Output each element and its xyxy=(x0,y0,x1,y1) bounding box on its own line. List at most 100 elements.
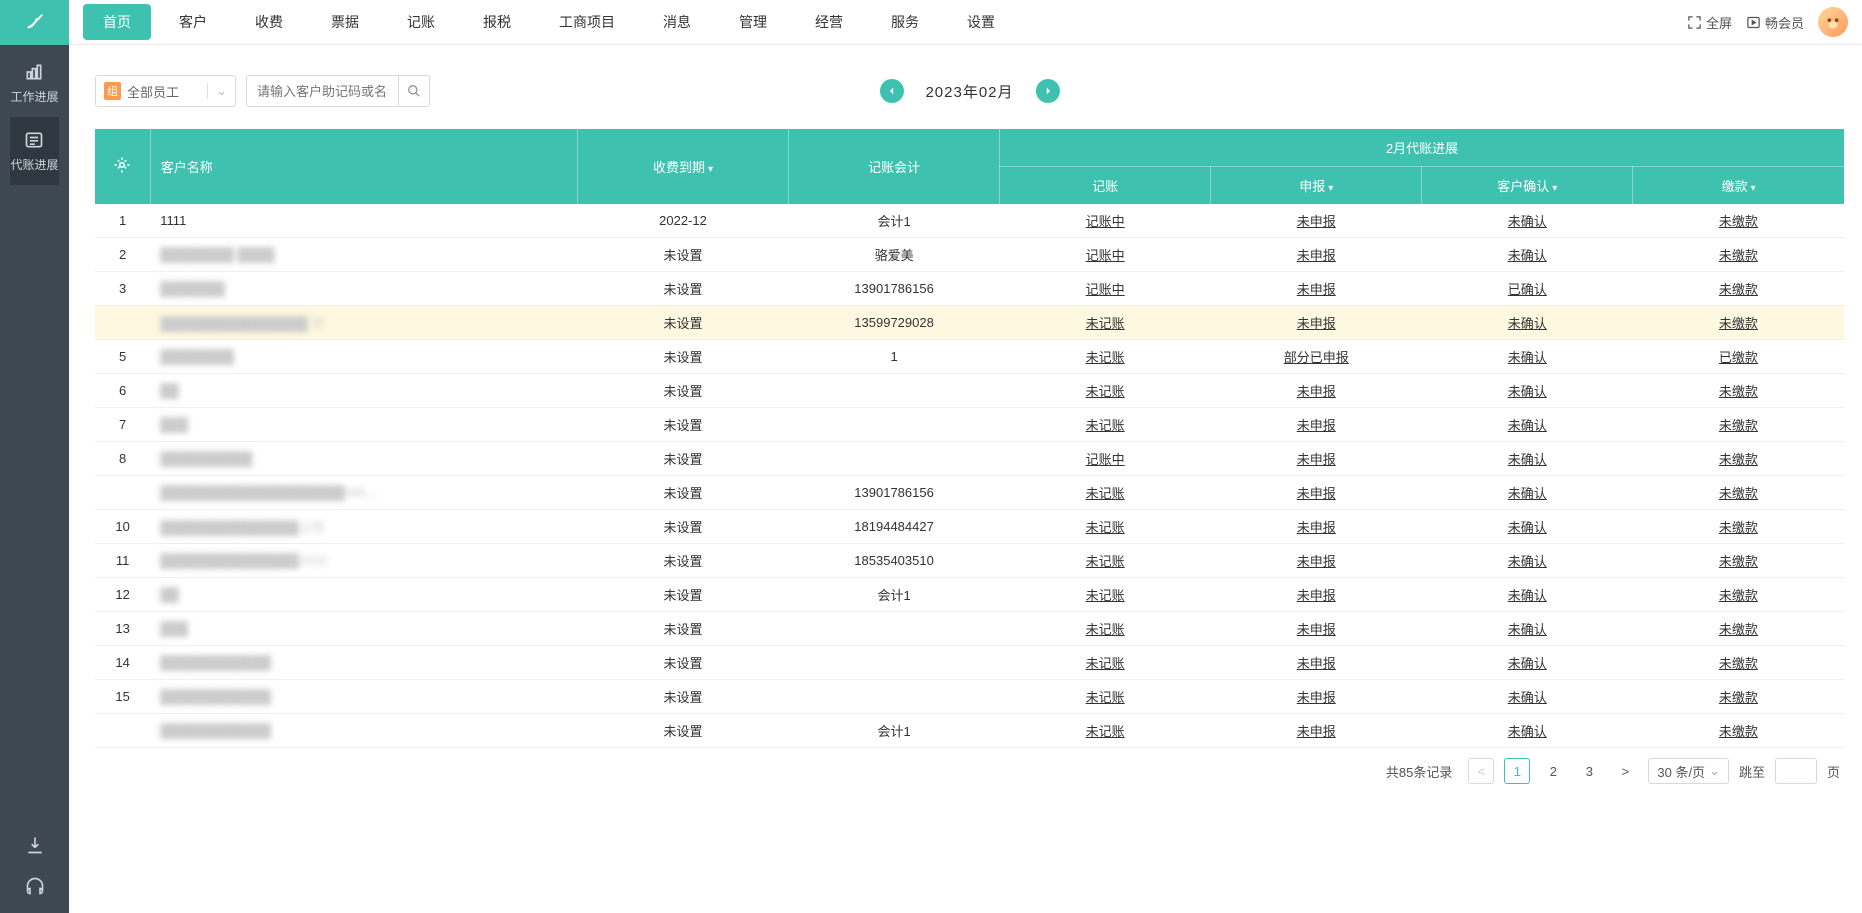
col-gear[interactable] xyxy=(95,129,150,204)
search-button[interactable] xyxy=(398,75,430,107)
sidebar-item-0[interactable]: 工作进展 xyxy=(10,49,58,117)
table-row[interactable]: 5████████未设置1未记账部分已申报未确认已缴款 xyxy=(95,340,1844,374)
cell-pay[interactable]: 已缴款 xyxy=(1633,340,1844,374)
prev-month-button[interactable] xyxy=(879,79,903,103)
col-due[interactable]: 收费到期▾ xyxy=(577,129,788,204)
cell-pay[interactable]: 未缴款 xyxy=(1633,680,1844,714)
table-row[interactable]: 10███████████████公司未设置18194484427未记账未申报未… xyxy=(95,510,1844,544)
table-row[interactable]: ████████████████████085…未设置13901786156未记… xyxy=(95,476,1844,510)
cell-pay[interactable]: 未缴款 xyxy=(1633,476,1844,510)
cell-bookkeeping[interactable]: 未记账 xyxy=(1000,646,1211,680)
cell-declare[interactable]: 未申报 xyxy=(1211,578,1422,612)
employee-select[interactable]: 组 全部员工 ⌄ xyxy=(95,75,236,107)
avatar[interactable] xyxy=(1818,7,1848,37)
support-icon[interactable] xyxy=(25,876,45,899)
cell-confirm[interactable]: 已确认 xyxy=(1422,272,1633,306)
table-row[interactable]: 11███████████████2022未设置18535403510未记账未申… xyxy=(95,544,1844,578)
cell-confirm[interactable]: 未确认 xyxy=(1422,306,1633,340)
nav-item-11[interactable]: 设置 xyxy=(947,4,1015,40)
col-declare[interactable]: 申报▾ xyxy=(1211,167,1422,205)
nav-item-2[interactable]: 收费 xyxy=(235,4,303,40)
search-input[interactable] xyxy=(246,75,398,107)
cell-declare[interactable]: 未申报 xyxy=(1211,408,1422,442)
cell-bookkeeping[interactable]: 未记账 xyxy=(1000,544,1211,578)
cell-declare[interactable]: 未申报 xyxy=(1211,442,1422,476)
cell-declare[interactable]: 未申报 xyxy=(1211,714,1422,748)
cell-pay[interactable]: 未缴款 xyxy=(1633,272,1844,306)
pager-size-select[interactable]: 30 条/页 ⌄ xyxy=(1648,758,1729,784)
cell-pay[interactable]: 未缴款 xyxy=(1633,442,1844,476)
cell-confirm[interactable]: 未确认 xyxy=(1422,510,1633,544)
next-month-button[interactable] xyxy=(1036,79,1060,103)
table-row[interactable]: 15████████████未设置未记账未申报未确认未缴款 xyxy=(95,680,1844,714)
cell-pay[interactable]: 未缴款 xyxy=(1633,646,1844,680)
nav-item-3[interactable]: 票据 xyxy=(311,4,379,40)
cell-pay[interactable]: 未缴款 xyxy=(1633,714,1844,748)
cell-declare[interactable]: 未申报 xyxy=(1211,374,1422,408)
table-row[interactable]: 7███未设置未记账未申报未确认未缴款 xyxy=(95,408,1844,442)
cell-bookkeeping[interactable]: 未记账 xyxy=(1000,578,1211,612)
member-button[interactable]: 畅会员 xyxy=(1746,13,1804,32)
cell-declare[interactable]: 未申报 xyxy=(1211,544,1422,578)
cell-bookkeeping[interactable]: 未记账 xyxy=(1000,714,1211,748)
cell-confirm[interactable]: 未确认 xyxy=(1422,476,1633,510)
sidebar-item-1[interactable]: 代账进展 xyxy=(10,117,58,185)
nav-item-7[interactable]: 消息 xyxy=(643,4,711,40)
cell-bookkeeping[interactable]: 未记账 xyxy=(1000,408,1211,442)
nav-item-4[interactable]: 记账 xyxy=(387,4,455,40)
pager-page-2[interactable]: 2 xyxy=(1540,758,1566,784)
cell-bookkeeping[interactable]: 记账中 xyxy=(1000,272,1211,306)
cell-pay[interactable]: 未缴款 xyxy=(1633,510,1844,544)
cell-confirm[interactable]: 未确认 xyxy=(1422,714,1633,748)
cell-declare[interactable]: 未申报 xyxy=(1211,272,1422,306)
cell-declare[interactable]: 部分已申报 xyxy=(1211,340,1422,374)
nav-item-6[interactable]: 工商项目 xyxy=(539,4,635,40)
cell-pay[interactable]: 未缴款 xyxy=(1633,408,1844,442)
table-row[interactable]: 2████████ ████未设置骆爱美记账中未申报未确认未缴款 xyxy=(95,238,1844,272)
cell-confirm[interactable]: 未确认 xyxy=(1422,340,1633,374)
cell-bookkeeping[interactable]: 未记账 xyxy=(1000,510,1211,544)
cell-confirm[interactable]: 未确认 xyxy=(1422,612,1633,646)
nav-item-10[interactable]: 服务 xyxy=(871,4,939,40)
cell-bookkeeping[interactable]: 记账中 xyxy=(1000,204,1211,238)
cell-bookkeeping[interactable]: 记账中 xyxy=(1000,238,1211,272)
cell-declare[interactable]: 未申报 xyxy=(1211,306,1422,340)
cell-pay[interactable]: 未缴款 xyxy=(1633,612,1844,646)
cell-confirm[interactable]: 未确认 xyxy=(1422,408,1633,442)
pager-page-3[interactable]: 3 xyxy=(1576,758,1602,784)
cell-pay[interactable]: 未缴款 xyxy=(1633,238,1844,272)
cell-declare[interactable]: 未申报 xyxy=(1211,204,1422,238)
cell-confirm[interactable]: 未确认 xyxy=(1422,544,1633,578)
pager-jump-input[interactable] xyxy=(1775,758,1817,784)
table-row[interactable]: 8██████████未设置记账中未申报未确认未缴款 xyxy=(95,442,1844,476)
col-confirm[interactable]: 客户确认▾ xyxy=(1422,167,1633,205)
cell-bookkeeping[interactable]: 记账中 xyxy=(1000,442,1211,476)
cell-declare[interactable]: 未申报 xyxy=(1211,510,1422,544)
pager-page-1[interactable]: 1 xyxy=(1504,758,1530,784)
table-row[interactable]: ████████████未设置会计1未记账未申报未确认未缴款 xyxy=(95,714,1844,748)
cell-confirm[interactable]: 未确认 xyxy=(1422,442,1633,476)
cell-pay[interactable]: 未缴款 xyxy=(1633,306,1844,340)
cell-pay[interactable]: 未缴款 xyxy=(1633,578,1844,612)
nav-item-8[interactable]: 管理 xyxy=(719,4,787,40)
cell-bookkeeping[interactable]: 未记账 xyxy=(1000,680,1211,714)
cell-declare[interactable]: 未申报 xyxy=(1211,238,1422,272)
pager-prev[interactable]: < xyxy=(1468,758,1494,784)
cell-pay[interactable]: 未缴款 xyxy=(1633,204,1844,238)
cell-confirm[interactable]: 未确认 xyxy=(1422,578,1633,612)
nav-item-9[interactable]: 经营 xyxy=(795,4,863,40)
cell-bookkeeping[interactable]: 未记账 xyxy=(1000,374,1211,408)
cell-bookkeeping[interactable]: 未记账 xyxy=(1000,476,1211,510)
cell-pay[interactable]: 未缴款 xyxy=(1633,374,1844,408)
cell-bookkeeping[interactable]: 未记账 xyxy=(1000,340,1211,374)
cell-bookkeeping[interactable]: 未记账 xyxy=(1000,612,1211,646)
table-row[interactable]: 14████████████未设置未记账未申报未确认未缴款 xyxy=(95,646,1844,680)
download-icon[interactable] xyxy=(25,835,45,858)
table-row[interactable]: 111112022-12会计1记账中未申报未确认未缴款 xyxy=(95,204,1844,238)
cell-declare[interactable]: 未申报 xyxy=(1211,680,1422,714)
cell-confirm[interactable]: 未确认 xyxy=(1422,374,1633,408)
table-row[interactable]: ████████████████ 司未设置13599729028未记账未申报未确… xyxy=(95,306,1844,340)
table-row[interactable]: 3███████未设置13901786156记账中未申报已确认未缴款 xyxy=(95,272,1844,306)
cell-declare[interactable]: 未申报 xyxy=(1211,646,1422,680)
logo[interactable] xyxy=(0,0,69,45)
